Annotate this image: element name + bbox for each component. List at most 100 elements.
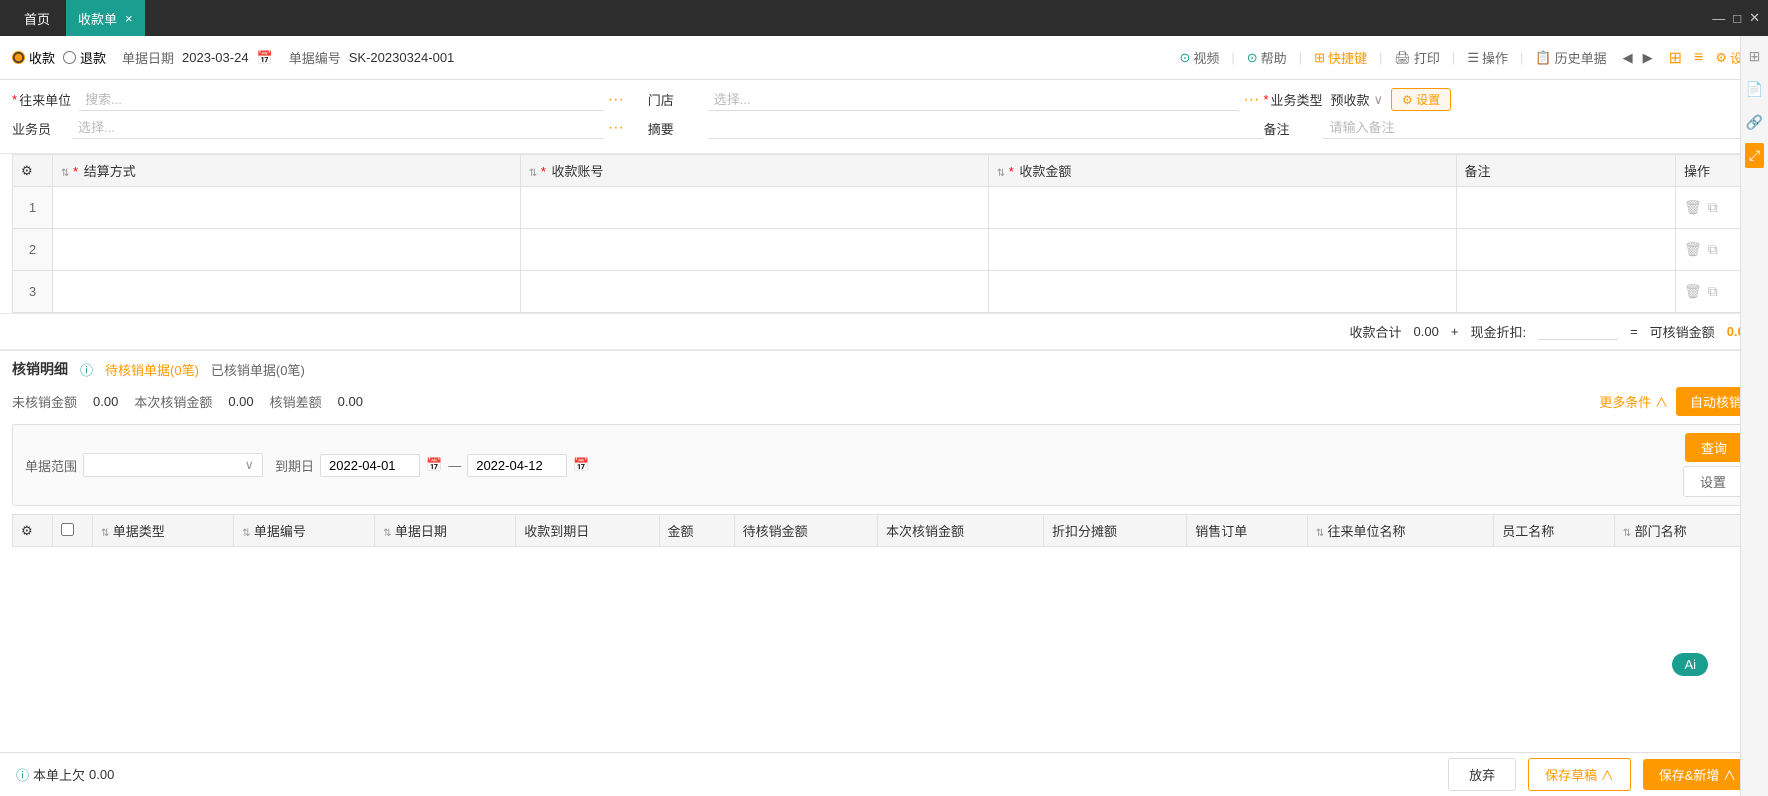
abandon-button[interactable]: 放弃: [1448, 758, 1516, 791]
nav-arrows: ◀ ▶: [1619, 48, 1657, 68]
sidebar-expand-icon[interactable]: ⤢: [1745, 143, 1764, 168]
save-draft-button[interactable]: 保存草稿 ∧: [1528, 758, 1631, 791]
amount-cell-1[interactable]: [988, 187, 1456, 229]
doc-date-value: 2023-03-24: [182, 50, 249, 65]
action-btns-3: 🗑 ⧉: [1684, 283, 1747, 300]
biztype-dropdown-arrow[interactable]: ∨: [1374, 92, 1384, 108]
help-button[interactable]: ⊙ 帮助: [1247, 48, 1287, 67]
doc-type-col: ⇅ 单据类型: [93, 515, 234, 547]
hexiao-tab-pending[interactable]: 待核销单据(0笔): [105, 360, 199, 379]
history-button[interactable]: 📋 历史单据: [1535, 48, 1606, 67]
remark-cell-2[interactable]: [1456, 229, 1675, 271]
calendar-icon[interactable]: 📅: [257, 50, 273, 66]
home-tab[interactable]: 首页: [8, 0, 66, 36]
bottom-table-settings-col[interactable]: ⚙: [13, 515, 53, 547]
staff-ellipsis-button[interactable]: ···: [604, 119, 628, 137]
ai-badge[interactable]: Ai: [1672, 653, 1708, 676]
active-tab[interactable]: 收款单 ×: [66, 0, 145, 36]
range-select[interactable]: ∨: [83, 453, 263, 477]
radio-refund[interactable]: 退款: [63, 48, 106, 67]
counterparty-label: 往来单位: [19, 90, 79, 109]
date-from-input[interactable]: [320, 454, 420, 477]
delete-row-1-button[interactable]: 🗑: [1684, 199, 1702, 216]
nav-prev-button[interactable]: ◀: [1619, 48, 1637, 68]
right-sidebar: ⊞ 📄 🔗 ⤢: [1740, 36, 1768, 796]
copy-row-3-button[interactable]: ⧉: [1708, 283, 1718, 300]
video-button[interactable]: ⊙ 视频: [1179, 48, 1219, 67]
payment-table: ⚙ ⇅ * 结算方式 ⇅ * 收款账号 ⇅ * 收款: [12, 154, 1756, 313]
sidebar-file-icon[interactable]: 📄: [1742, 77, 1767, 102]
counterparty-input[interactable]: [79, 89, 604, 111]
account-cell-3[interactable]: [520, 271, 988, 313]
sidebar-link-icon[interactable]: 🔗: [1742, 110, 1767, 135]
settings-col-header[interactable]: ⚙: [13, 155, 53, 187]
duedate-label: 到期日: [275, 456, 314, 475]
sidebar-table-icon[interactable]: ⊞: [1745, 44, 1765, 69]
window-minimize-button[interactable]: —: [1712, 11, 1725, 26]
list-view-icon[interactable]: ≡: [1694, 49, 1703, 67]
form-section: * 往来单位 ··· 门店 ··· * 业务类型 预收款 ∨ ⚙ 设置: [0, 80, 1768, 154]
hexiao-title: 核销明细: [12, 359, 68, 379]
filter-settings-button[interactable]: 设置: [1683, 466, 1743, 497]
window-close-button[interactable]: ✕: [1749, 10, 1760, 26]
action-btns-1: 🗑 ⧉: [1684, 199, 1747, 216]
delete-row-2-button[interactable]: 🗑: [1684, 241, 1702, 258]
discount-input[interactable]: [1538, 324, 1618, 340]
current-hexiao-label: 本次核销金额: [134, 392, 212, 411]
radio-refund-input[interactable]: [63, 51, 76, 64]
table-settings-gear-icon[interactable]: ⚙: [21, 163, 33, 178]
remark-input[interactable]: [1323, 117, 1756, 139]
copy-row-2-button[interactable]: ⧉: [1708, 241, 1718, 258]
discount-col: 折扣分摊额: [1043, 515, 1186, 547]
amount-cell-3[interactable]: [988, 271, 1456, 313]
select-all-checkbox[interactable]: [61, 523, 74, 536]
tab-close-button[interactable]: ×: [125, 11, 133, 26]
delete-row-3-button[interactable]: 🗑: [1684, 283, 1702, 300]
total-value: 0.00: [1414, 324, 1439, 339]
amount-col-header: ⇅ * 收款金额: [988, 155, 1456, 187]
nav-next-button[interactable]: ▶: [1639, 48, 1657, 68]
store-input[interactable]: [708, 89, 1240, 111]
print-button[interactable]: 🖨 打印: [1394, 48, 1440, 67]
shortcut-button[interactable]: ⊞ 快捷键: [1314, 48, 1367, 67]
action-label: 操作: [1482, 48, 1508, 67]
store-label: 门店: [648, 90, 708, 109]
settlement-method-cell-3[interactable]: [53, 271, 521, 313]
query-button[interactable]: 查询: [1685, 433, 1743, 462]
sort-icon-3: ⇅: [997, 168, 1005, 179]
action-button[interactable]: ☰ 操作: [1467, 48, 1508, 67]
radio-receipt-input[interactable]: [12, 51, 25, 64]
history-icon: 📋: [1535, 50, 1551, 66]
bottom-table-gear-icon[interactable]: ⚙: [21, 523, 33, 538]
summary-input[interactable]: [708, 117, 1264, 139]
staff-input[interactable]: [72, 117, 604, 139]
biztype-settings-button[interactable]: ⚙ 设置: [1391, 88, 1451, 111]
toolbar-row: 收款 退款 单据日期 2023-03-24 📅 单据编号 SK-20230324…: [0, 36, 1768, 80]
counterparty-ellipsis-button[interactable]: ···: [604, 91, 628, 109]
settlement-method-cell-2[interactable]: [53, 229, 521, 271]
remark-cell-1[interactable]: [1456, 187, 1675, 229]
window-maximize-button[interactable]: □: [1733, 11, 1741, 26]
account-cell-2[interactable]: [520, 229, 988, 271]
hexiao-tab-cleared[interactable]: 已核销单据(0笔): [211, 360, 305, 379]
account-cell-1[interactable]: [520, 187, 988, 229]
copy-row-1-button[interactable]: ⧉: [1708, 199, 1718, 216]
radio-receipt[interactable]: 收款: [12, 48, 55, 67]
more-conditions-button[interactable]: 更多条件 ∧: [1599, 392, 1668, 411]
doc-date-info: 单据日期 2023-03-24 📅: [122, 48, 273, 67]
separator-1: |: [1231, 50, 1234, 65]
remark-cell-3[interactable]: [1456, 271, 1675, 313]
hexiao-info-icon[interactable]: ⓘ: [80, 360, 93, 379]
store-ellipsis-button[interactable]: ···: [1239, 91, 1263, 109]
doc-type-radio-group: 收款 退款: [12, 48, 106, 67]
save-draft-label: 保存草稿 ∧: [1545, 765, 1614, 784]
amount-cell-2[interactable]: [988, 229, 1456, 271]
date-to-input[interactable]: [467, 454, 567, 477]
grid-view-icon[interactable]: ⊞: [1669, 48, 1682, 68]
save-new-button[interactable]: 保存&新增 ∧: [1643, 759, 1752, 790]
date-to-calendar-icon[interactable]: 📅: [573, 457, 589, 473]
settlement-method-cell-1[interactable]: [53, 187, 521, 229]
date-from-calendar-icon[interactable]: 📅: [426, 457, 442, 473]
counterparty-required-star: *: [12, 92, 17, 107]
sort-icon-partner: ⇅: [1316, 528, 1324, 539]
